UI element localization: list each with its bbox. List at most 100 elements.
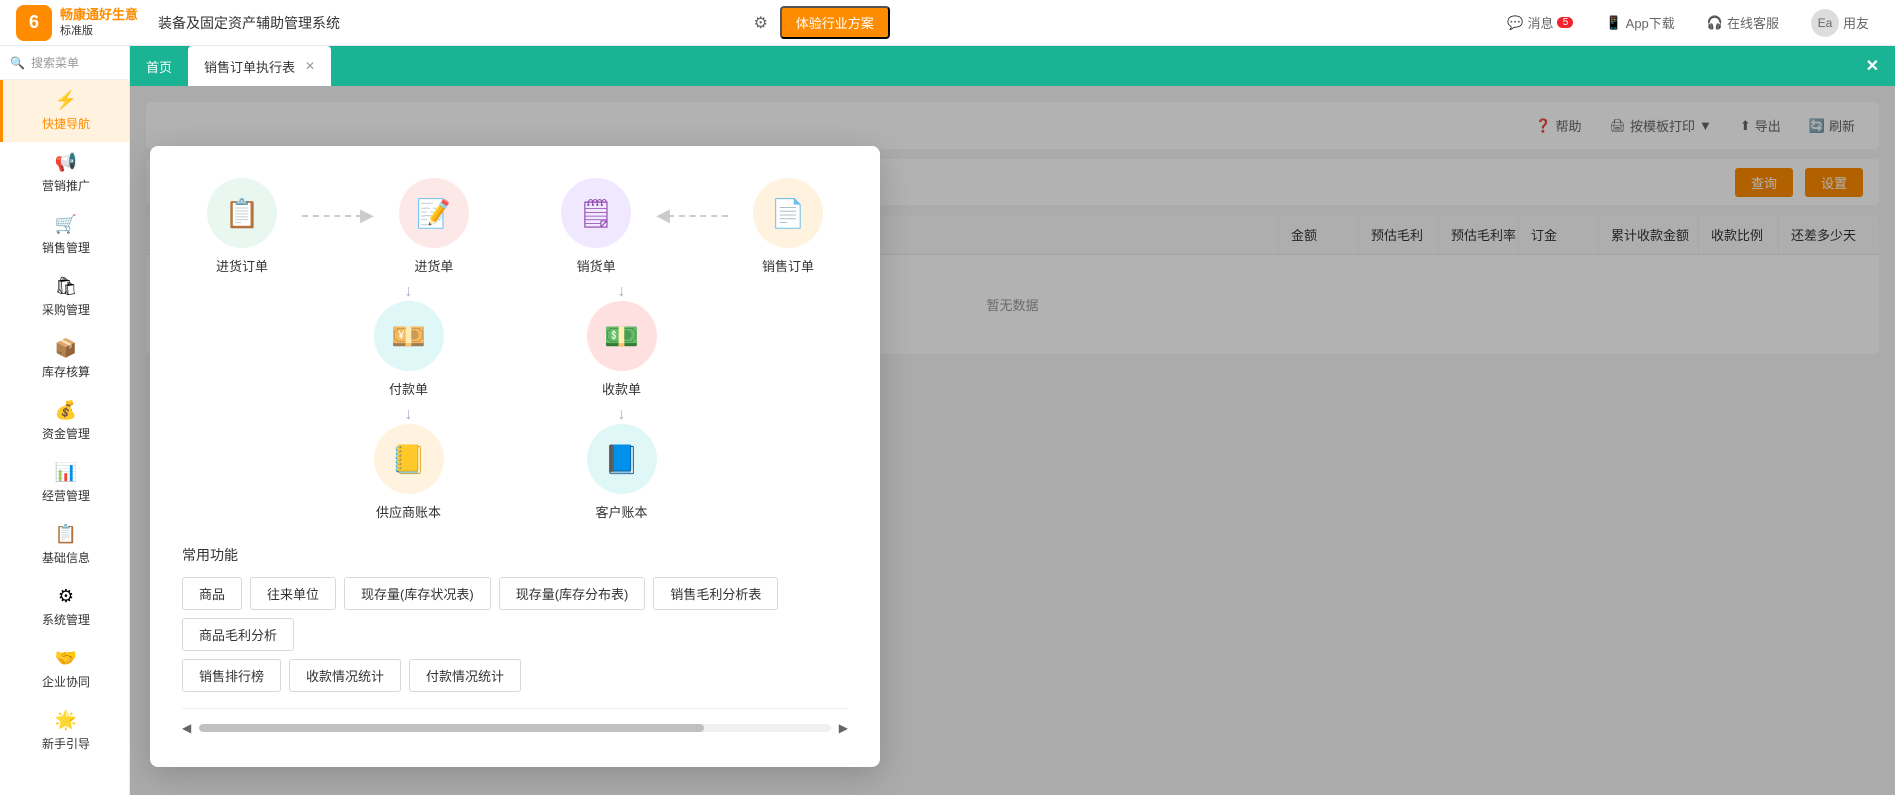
user-menu[interactable]: Ea 用友 <box>1801 5 1879 41</box>
modal-overlay: 📋 进货订单 ▶ <box>130 86 1895 795</box>
sidebar-item-basic-info[interactable]: 📋 基础信息 <box>0 514 129 576</box>
operations-icon: 📊 <box>55 462 77 483</box>
func-btn-receipt-stat[interactable]: 收款情况统计 <box>289 659 401 692</box>
sale-bill-circle: 🗒 <box>561 178 631 248</box>
func-btn-stock-dist[interactable]: 现存量(库存分布表) <box>499 577 646 610</box>
flow-row-2: 💴 付款单 💵 收款单 <box>182 301 848 398</box>
service-icon: 🎧 <box>1707 15 1723 31</box>
newbie-icon: 🌟 <box>55 710 77 731</box>
sidebar-item-purchase[interactable]: 🛍 采购管理 <box>0 266 129 328</box>
search-menu-button[interactable]: 🔍 搜索菜单 <box>0 46 129 80</box>
flow-sp2-1 <box>182 406 302 424</box>
func-btn-goods-gross[interactable]: 商品毛利分析 <box>182 618 294 651</box>
logo-icon: 6 <box>16 5 52 41</box>
tab-home[interactable]: 首页 <box>130 46 188 86</box>
flow-node-receipt[interactable]: 💵 收款单 <box>562 301 682 398</box>
arrow-down-sale: ↓ <box>562 283 682 301</box>
flow-node-sale-bill[interactable]: 🗒 销货单 <box>536 178 656 275</box>
message-button[interactable]: 💬 消息 5 <box>1497 9 1583 36</box>
app-download-button[interactable]: 📱 App下载 <box>1595 9 1684 36</box>
function-buttons-row1: 商品 往来单位 现存量(库存状况表) 现存量(库存分布表) 销售毛利分析表 商品… <box>182 577 848 651</box>
sidebar-item-inventory[interactable]: 📦 库存核算 <box>0 328 129 390</box>
online-service-button[interactable]: 🎧 在线客服 <box>1697 9 1789 36</box>
payment-circle: 💴 <box>374 301 444 371</box>
receipt-circle: 💵 <box>587 301 657 371</box>
flow-node-payment[interactable]: 💴 付款单 <box>349 301 469 398</box>
sidebar-item-quick-nav[interactable]: ⚡ 快捷导航 <box>0 80 129 142</box>
purchase-order-circle: 📋 <box>207 178 277 248</box>
sidebar-item-finance[interactable]: 💰 资金管理 <box>0 390 129 452</box>
flow-spacer-1 <box>182 283 302 301</box>
marketing-icon: 📢 <box>55 152 77 173</box>
settings-icon[interactable]: ⚙ <box>753 13 767 33</box>
arrow-down-receipt: ↓ <box>562 406 682 424</box>
tab-close-button[interactable]: ✕ <box>305 59 315 73</box>
inventory-icon: 📦 <box>55 338 77 359</box>
func-btn-stock-status[interactable]: 现存量(库存状况表) <box>344 577 491 610</box>
flow-arrow-row: ↓ ↓ <box>182 283 848 301</box>
sidebar-item-marketing[interactable]: 📢 营销推广 <box>0 142 129 204</box>
flow-spacer-2 <box>469 283 562 301</box>
flow-arrow-row-2: ↓ ↓ <box>182 406 848 424</box>
func-btn-sale-rank[interactable]: 销售排行榜 <box>182 659 281 692</box>
page-content: ❓ 帮助 🖨 按模板打印 ▼ ⬆ 导出 🔄 刷新 <box>130 86 1895 795</box>
scrollbar-thumb <box>199 724 704 732</box>
message-icon: 💬 <box>1507 15 1523 31</box>
sale-order-circle: 📄 <box>753 178 823 248</box>
function-buttons-row2: 销售排行榜 收款情况统计 付款情况统计 <box>182 659 848 692</box>
func-btn-contacts[interactable]: 往来单位 <box>250 577 336 610</box>
arrow-purchase-to-bill: ▶ <box>302 205 374 248</box>
content-area: 首页 销售订单执行表 ✕ ✕ ❓ 帮助 🖨 <box>130 46 1895 795</box>
tab-bar-close-button[interactable]: ✕ <box>1866 56 1879 76</box>
scroll-left-button[interactable]: ◀ <box>182 721 191 735</box>
flow-sp2-2 <box>302 406 349 424</box>
basic-info-icon: 📋 <box>55 524 77 545</box>
top-bar: 6 畅康通好生意 标准版 装备及固定资产辅助管理系统 ⚙ 体验行业方案 💬 消息… <box>0 0 1895 46</box>
flow-modal: 📋 进货订单 ▶ <box>150 146 880 767</box>
flow-sp2-4 <box>682 406 729 424</box>
flow-spacer-arrow1 <box>302 283 349 301</box>
flow-node-supplier-ledger[interactable]: 📒 供应商账本 <box>349 424 469 521</box>
flow-node-purchase-bill[interactable]: 📝 进货单 <box>374 178 494 275</box>
trial-button[interactable]: 体验行业方案 <box>780 6 890 39</box>
finance-icon: 💰 <box>55 400 77 421</box>
tab-bar: 首页 销售订单执行表 ✕ ✕ <box>130 46 1895 86</box>
flow-spacer-3 <box>682 283 729 301</box>
sidebar-item-system[interactable]: ⚙ 系统管理 <box>0 576 129 638</box>
common-functions: 常用功能 商品 往来单位 现存量(库存状况表) 现存量(库存分布表) 销售毛利分… <box>182 545 848 692</box>
flow-node-sale-order[interactable]: 📄 销售订单 <box>728 178 848 275</box>
flow-spacer-4 <box>728 283 848 301</box>
sidebar-item-newbie[interactable]: 🌟 新手引导 <box>0 700 129 762</box>
collab-icon: 🤝 <box>55 648 77 669</box>
flow-node-customer-ledger[interactable]: 📘 客户账本 <box>562 424 682 521</box>
flow-spacer-mid <box>494 216 536 238</box>
sidebar-item-sales[interactable]: 🛒 销售管理 <box>0 204 129 266</box>
purchase-bill-circle: 📝 <box>399 178 469 248</box>
avatar: Ea <box>1811 9 1839 37</box>
app-logo: 6 畅康通好生意 标准版 <box>16 5 146 41</box>
arrow-down-payment: ↓ <box>349 406 469 424</box>
tab-sales-order-exec[interactable]: 销售订单执行表 ✕ <box>188 46 331 86</box>
arrow-sale-to-order: ◀ <box>656 205 728 248</box>
scroll-right-button[interactable]: ▶ <box>839 721 848 735</box>
func-btn-sale-gross[interactable]: 销售毛利分析表 <box>653 577 778 610</box>
system-title: 装备及固定资产辅助管理系统 <box>158 13 741 33</box>
sidebar-item-operations[interactable]: 📊 经营管理 <box>0 452 129 514</box>
flow-row-3: 📒 供应商账本 📘 客户账本 <box>182 424 848 521</box>
quick-nav-icon: ⚡ <box>55 90 77 111</box>
message-badge: 5 <box>1557 17 1573 28</box>
sales-icon: 🛒 <box>55 214 77 235</box>
modal-scrollbar: ◀ ▶ <box>182 708 848 735</box>
supplier-ledger-circle: 📒 <box>374 424 444 494</box>
func-btn-goods[interactable]: 商品 <box>182 577 242 610</box>
flow-sp2-5 <box>728 406 848 424</box>
system-icon: ⚙ <box>58 586 74 607</box>
purchase-icon: 🛍 <box>55 276 78 297</box>
sidebar: 🔍 搜索菜单 ⚡ 快捷导航 📢 营销推广 🛒 销售管理 🛍 采购管理 📦 <box>0 46 130 795</box>
sidebar-item-collab[interactable]: 🤝 企业协同 <box>0 638 129 700</box>
scrollbar-track <box>199 724 831 732</box>
download-icon: 📱 <box>1605 15 1621 31</box>
arrow-down-purchase: ↓ <box>349 283 469 301</box>
flow-node-purchase-order[interactable]: 📋 进货订单 <box>182 178 302 275</box>
func-btn-payment-stat[interactable]: 付款情况统计 <box>409 659 521 692</box>
